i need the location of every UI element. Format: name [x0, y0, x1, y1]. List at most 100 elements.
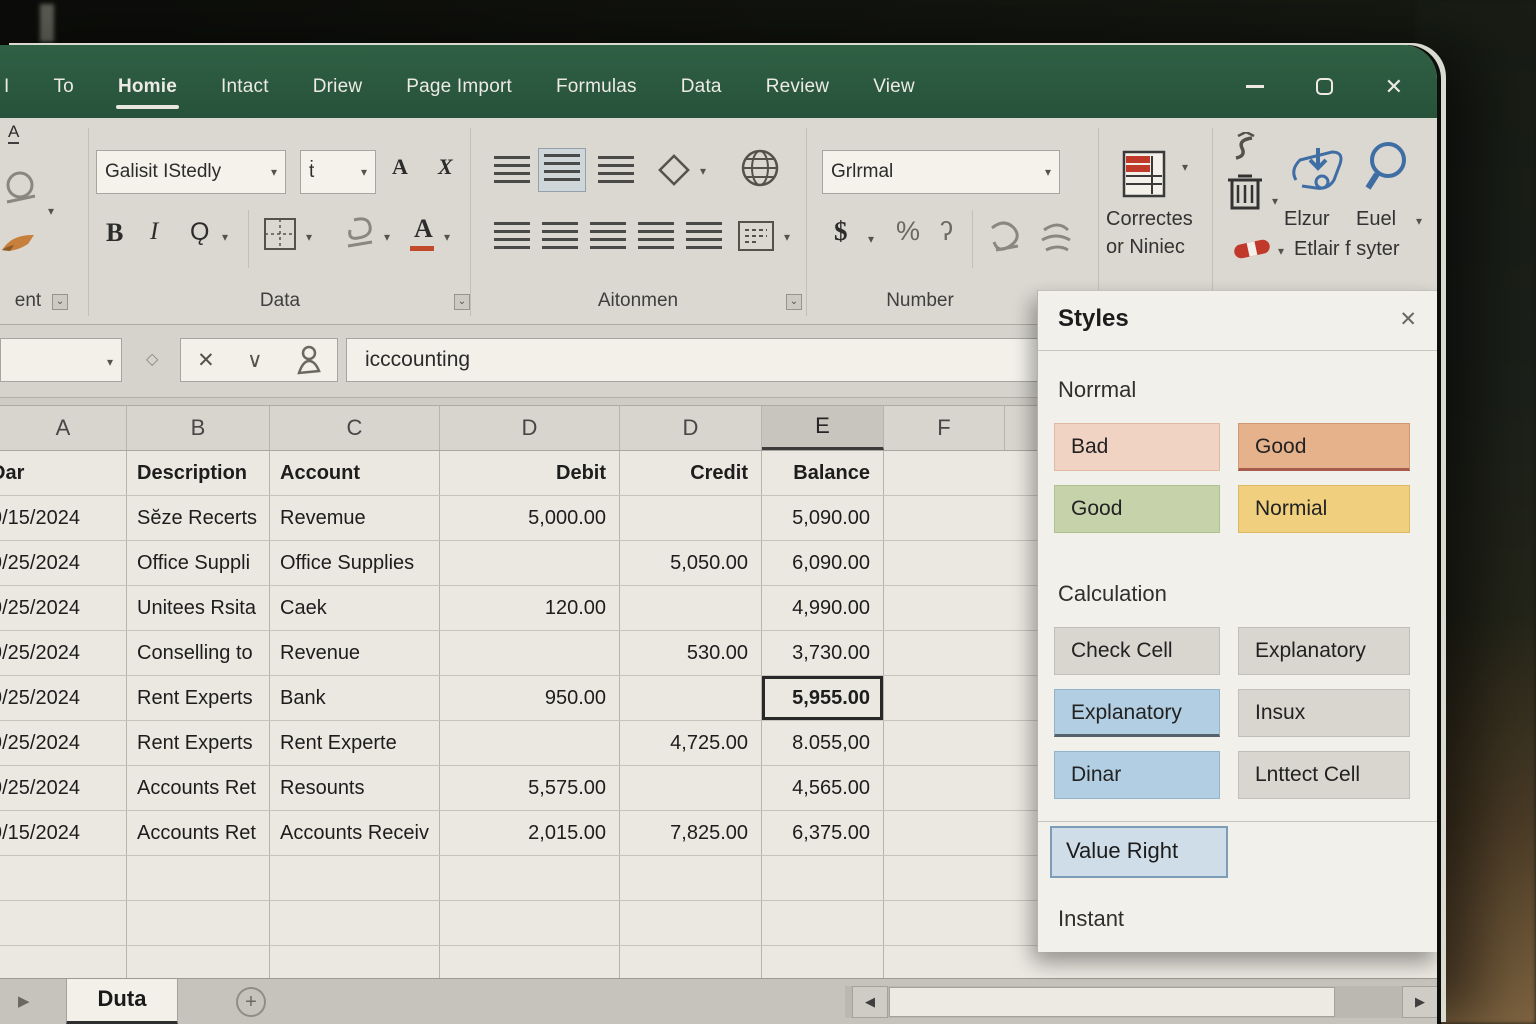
- align-center-icon[interactable]: [542, 222, 578, 249]
- cell[interactable]: [620, 586, 762, 630]
- cell[interactable]: 6,090.00: [762, 541, 884, 585]
- close-icon[interactable]: ✕: [1399, 307, 1417, 332]
- align-top-icon[interactable]: [494, 156, 530, 183]
- cell[interactable]: 4,725.00: [620, 721, 762, 765]
- cell[interactable]: [127, 946, 270, 978]
- menu-tab-i[interactable]: I: [4, 76, 9, 98]
- font-size-select[interactable]: ṫ ▾: [300, 150, 376, 194]
- fill-color-icon[interactable]: [340, 214, 380, 254]
- increase-decimal-icon[interactable]: [984, 216, 1028, 260]
- cell[interactable]: 530.00: [620, 631, 762, 675]
- cell[interactable]: [270, 946, 440, 978]
- font-color-button[interactable]: A: [414, 214, 433, 244]
- cell[interactable]: 9/15/2024: [0, 811, 127, 855]
- cell[interactable]: [440, 721, 620, 765]
- cell[interactable]: [620, 856, 762, 900]
- clipboard-dialog-launcher-icon[interactable]: ⌄: [52, 294, 68, 310]
- menu-tab-data[interactable]: Data: [681, 76, 722, 98]
- column-header-B[interactable]: B: [127, 406, 270, 450]
- editing-dropdown-icon[interactable]: ▾: [1416, 214, 1422, 228]
- cell[interactable]: Revemue: [270, 496, 440, 540]
- style-chip-dinar[interactable]: Dinar: [1054, 751, 1220, 799]
- cell[interactable]: [620, 676, 762, 720]
- style-chip-check-cell[interactable]: Check Cell: [1054, 627, 1220, 675]
- cell[interactable]: Rent Experts: [127, 721, 270, 765]
- menu-tab-review[interactable]: Review: [766, 76, 830, 98]
- cell[interactable]: 8.055,00: [762, 721, 884, 765]
- insert-function-icon[interactable]: [295, 345, 321, 375]
- cell[interactable]: Accounts Ret: [127, 766, 270, 810]
- cell[interactable]: 4,990.00: [762, 586, 884, 630]
- delete-dropdown-icon[interactable]: ▾: [1272, 194, 1278, 208]
- style-chip-insux[interactable]: Insux: [1238, 689, 1410, 737]
- alignment-dialog-launcher-icon[interactable]: ⌄: [786, 294, 802, 310]
- cell[interactable]: 3,730.00: [762, 631, 884, 675]
- column-header-D[interactable]: D: [440, 406, 620, 450]
- find-select-icon[interactable]: [1362, 138, 1416, 196]
- decrease-decimal-icon[interactable]: [1034, 216, 1078, 260]
- align-middle-icon[interactable]: [538, 148, 586, 192]
- orientation-dropdown-icon[interactable]: ▾: [700, 164, 706, 178]
- cell[interactable]: [762, 901, 884, 945]
- cell[interactable]: 120.00: [440, 586, 620, 630]
- italic-button[interactable]: I: [150, 218, 158, 246]
- cell[interactable]: 9/25/2024: [0, 541, 127, 585]
- align-justify-icon[interactable]: [686, 222, 722, 249]
- cell[interactable]: Credit: [620, 451, 762, 495]
- cell[interactable]: 950.00: [440, 676, 620, 720]
- cell[interactable]: [620, 901, 762, 945]
- format-painter-icon[interactable]: [0, 230, 40, 256]
- menu-tab-page-import[interactable]: Page Import: [406, 76, 512, 98]
- bold-button[interactable]: B: [106, 218, 123, 248]
- scrollbar-thumb[interactable]: [889, 987, 1335, 1017]
- cell[interactable]: [0, 856, 127, 900]
- cell[interactable]: Revenue: [270, 631, 440, 675]
- cell[interactable]: Debit: [440, 451, 620, 495]
- cell[interactable]: Unitees Rsita: [127, 586, 270, 630]
- shrink-font-button[interactable]: X: [438, 154, 453, 180]
- cell[interactable]: Conselling to: [127, 631, 270, 675]
- cell[interactable]: 2,015.00: [440, 811, 620, 855]
- cell[interactable]: Sĕze Recerts: [127, 496, 270, 540]
- conditional-formatting-dropdown-icon[interactable]: ▾: [1182, 160, 1188, 174]
- grow-font-button[interactable]: A: [392, 154, 408, 180]
- name-box[interactable]: ▾: [0, 338, 122, 382]
- cell[interactable]: Account: [270, 451, 440, 495]
- cell[interactable]: [127, 856, 270, 900]
- cell[interactable]: [270, 856, 440, 900]
- cell[interactable]: 9/15/2024: [0, 496, 127, 540]
- orientation-icon[interactable]: [652, 148, 696, 192]
- column-header-F[interactable]: F: [884, 406, 1005, 450]
- cell[interactable]: 4,565.00: [762, 766, 884, 810]
- cell[interactable]: 5,000.00: [440, 496, 620, 540]
- menu-tab-homie[interactable]: Homie: [115, 76, 180, 109]
- cell[interactable]: [440, 856, 620, 900]
- cell[interactable]: Accounts Ret: [127, 811, 270, 855]
- borders-icon[interactable]: [262, 216, 298, 252]
- style-chip-explanatory[interactable]: Explanatory: [1238, 627, 1410, 675]
- cell[interactable]: [620, 766, 762, 810]
- cell[interactable]: 7,825.00: [620, 811, 762, 855]
- column-header-A[interactable]: A: [0, 406, 127, 450]
- font-name-select[interactable]: Galisit IStedly ▾: [96, 150, 286, 194]
- borders-dropdown-icon[interactable]: ▾: [306, 230, 312, 244]
- value-right-button[interactable]: Value Right: [1050, 826, 1228, 878]
- cell[interactable]: Office Supplies: [270, 541, 440, 585]
- style-chip-good[interactable]: Good: [1054, 485, 1220, 533]
- menu-tab-formulas[interactable]: Formulas: [556, 76, 637, 98]
- cell[interactable]: 5,090.00: [762, 496, 884, 540]
- menu-tab-view[interactable]: View: [873, 76, 915, 98]
- style-chip-good[interactable]: Good: [1238, 423, 1410, 471]
- currency-button[interactable]: $: [834, 216, 848, 247]
- cell[interactable]: [440, 946, 620, 978]
- cell[interactable]: [0, 901, 127, 945]
- maximize-icon[interactable]: [1315, 78, 1333, 95]
- style-chip-lnttect-cell[interactable]: Lnttect Cell: [1238, 751, 1410, 799]
- number-format-select[interactable]: Grlrmal ▾: [822, 150, 1060, 194]
- align-left-icon[interactable]: [494, 222, 530, 249]
- close-icon[interactable]: ✕: [1385, 75, 1403, 98]
- style-chip-normial[interactable]: Normial: [1238, 485, 1410, 533]
- cell[interactable]: [440, 901, 620, 945]
- indent-increase-icon[interactable]: [638, 222, 674, 249]
- percent-button[interactable]: %: [896, 216, 920, 247]
